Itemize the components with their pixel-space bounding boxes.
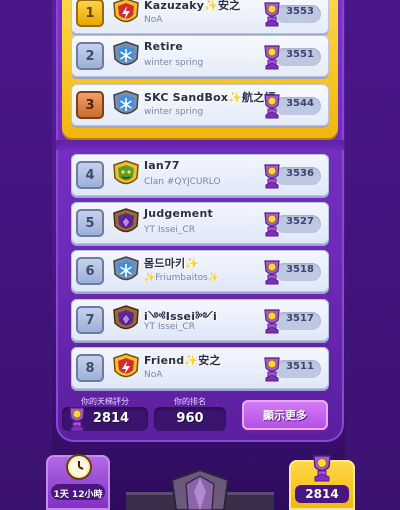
- ladder-rating-stat: 你的天梯評分 2814: [62, 396, 148, 436]
- leaderboard-row[interactable]: 2 Retire winter spring 3551: [71, 35, 329, 77]
- rank-number: 6: [76, 257, 104, 285]
- trophy-icon: [261, 0, 283, 27]
- trophy-count: 3527: [286, 216, 314, 227]
- rank-number: 2: [76, 42, 104, 70]
- trophy-count-group: 3511: [261, 353, 325, 383]
- trophy-icon: [261, 306, 283, 334]
- player-name: SKC SandBox✨航之福: [144, 91, 276, 104]
- leaderboard-row[interactable]: 1 Kazuzaky✨安之 NoA 3553: [71, 0, 329, 34]
- rank-number: 5: [76, 209, 104, 237]
- trophy-count: 3536: [286, 168, 314, 179]
- red-lightning-badge-icon: [113, 353, 139, 383]
- clan-name: winter spring: [144, 58, 204, 68]
- background-left: [0, 0, 52, 510]
- clan-name: ✨Friumbaitos✨: [144, 273, 220, 283]
- background-right: [345, 0, 400, 510]
- rank-number: 3: [76, 91, 104, 119]
- clan-name: NoA: [144, 370, 163, 380]
- arena-emblem: [126, 470, 274, 510]
- trophy-icon: [261, 91, 283, 119]
- trophy-count: 3544: [286, 98, 314, 109]
- trophy-count: 3518: [286, 264, 314, 275]
- player-name: Friend✨安之: [144, 354, 221, 367]
- player-name: 몸드마키✨: [144, 257, 200, 270]
- clan-name: Clan #QYJCURLO: [144, 177, 221, 187]
- blue-snowflake-badge-icon: [113, 41, 139, 71]
- rank-stat: 你的排名 960: [154, 396, 226, 436]
- purple-gem-badge-icon: [113, 208, 139, 238]
- clan-name: NoA: [144, 15, 163, 25]
- leaderboard-row[interactable]: 5 Judgement YT Issei_CR 3527: [71, 202, 329, 244]
- clan-name: winter spring: [144, 107, 204, 117]
- leaderboard-row[interactable]: 4 Ian77 Clan #QYJCURLO 3536: [71, 154, 329, 196]
- blue-snowflake-badge-icon: [113, 256, 139, 286]
- rank-number: 7: [76, 306, 104, 334]
- timer-text: 1天 12小時: [53, 490, 103, 500]
- trophy-count: 3517: [286, 313, 314, 324]
- trophy-icon: [66, 404, 88, 432]
- rank-number: 8: [76, 354, 104, 382]
- player-name: Retire: [144, 40, 184, 53]
- purple-gem-badge-icon: [113, 305, 139, 335]
- blue-snowflake-badge-icon: [113, 90, 139, 120]
- show-more-button[interactable]: 顯示更多: [242, 400, 328, 430]
- player-name: Judgement: [144, 207, 213, 220]
- rank-number: 1: [76, 0, 104, 27]
- trophy-count-group: 3553: [261, 0, 325, 28]
- trophy-icon: [261, 209, 283, 237]
- leaderboard-row[interactable]: 8 Friend✨安之 NoA 3511: [71, 347, 329, 389]
- green-goblin-badge-icon: [113, 160, 139, 190]
- rank-label: 你的排名: [174, 397, 206, 406]
- trophy-icon: [261, 257, 283, 285]
- trophy-road-tab[interactable]: 2814: [289, 455, 355, 510]
- trophy-count: 2814: [305, 487, 339, 501]
- player-name: Kazuzaky✨安之: [144, 0, 241, 12]
- leaderboard-row[interactable]: 3 SKC SandBox✨航之福 winter spring 3544: [71, 84, 329, 126]
- rank-value: 960: [176, 411, 204, 426]
- trophy-count: 3551: [286, 49, 314, 60]
- trophy-icon: [261, 354, 283, 382]
- trophy-count: 3511: [286, 361, 314, 372]
- trophy-icon: [261, 42, 283, 70]
- trophy-count-group: 3536: [261, 160, 325, 190]
- trophy-count-group: 3518: [261, 256, 325, 286]
- clock-icon: [65, 453, 93, 481]
- divider: [56, 140, 344, 150]
- trophy-count-group: 3544: [261, 90, 325, 120]
- clan-name: YT Issei_CR: [144, 225, 195, 235]
- red-lightning-badge-icon: [113, 0, 139, 28]
- trophy-icon: [310, 452, 334, 482]
- season-timer-tab[interactable]: 1天 12小時: [46, 453, 110, 510]
- player-name: Ian77: [144, 159, 180, 172]
- clan-name: YT Issei_CR: [144, 322, 195, 332]
- trophy-count-group: 3527: [261, 208, 325, 238]
- trophy-count-group: 3551: [261, 41, 325, 71]
- trophy-icon: [261, 161, 283, 189]
- leaderboard-row[interactable]: 6 몸드마키✨ ✨Friumbaitos✨ 3518: [71, 250, 329, 292]
- leaderboard-row[interactable]: 7 i༺Issei༻i YT Issei_CR 3517: [71, 299, 329, 341]
- trophy-count-group: 3517: [261, 305, 325, 335]
- rank-number: 4: [76, 161, 104, 189]
- trophy-count: 3553: [286, 6, 314, 17]
